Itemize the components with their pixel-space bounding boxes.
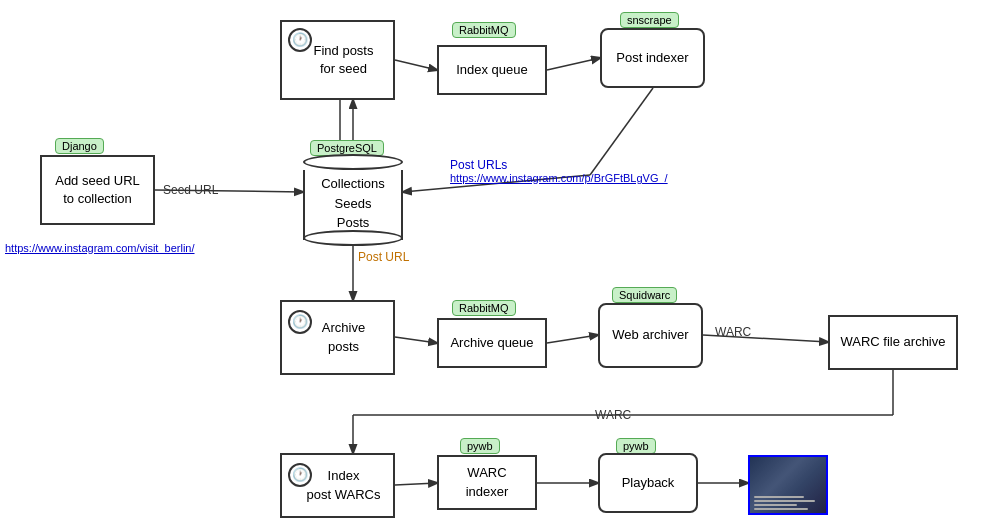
svg-line-8 [395, 337, 437, 343]
warc1-label: WARC [715, 325, 751, 339]
post-indexer-label: Post indexer [616, 49, 688, 67]
warc-indexer-box: WARCindexer [437, 455, 537, 510]
instagram-link-1[interactable]: https://www.instagram.com/visit_berlin/ [5, 242, 195, 254]
thumbnail-content [750, 457, 826, 513]
django-label: Django [55, 138, 104, 154]
web-archiver-box: Web archiver [598, 303, 703, 368]
svg-line-1 [547, 58, 600, 70]
playback-label: Playback [622, 474, 675, 492]
post-indexer-box: Post indexer [600, 28, 705, 88]
playback-box: Playback [598, 453, 698, 513]
post-urls-label: Post URLs [450, 158, 507, 172]
add-seed-box: Add seed URLto collection [40, 155, 155, 225]
index-queue-box: Index queue [437, 45, 547, 95]
pywb1-label: pywb [460, 438, 500, 454]
squidwarc-label: Squidwarc [612, 287, 677, 303]
db-label: CollectionsSeedsPosts [321, 174, 385, 233]
svg-line-9 [547, 335, 598, 343]
thumb-line-4 [754, 508, 808, 510]
instagram-link-2[interactable]: https://www.instagram.com/p/BrGFtBLgVG_/ [450, 172, 668, 184]
index-warc-label: Indexpost WARCs [307, 467, 381, 503]
post-url-label: Post URL [358, 250, 409, 264]
svg-line-14 [395, 483, 437, 485]
archive-posts-label: Archiveposts [322, 319, 365, 355]
warc2-label: WARC [595, 408, 631, 422]
archive-queue-label: Archive queue [450, 334, 533, 352]
thumb-line-2 [754, 500, 815, 502]
svg-line-5 [590, 88, 653, 175]
database-cylinder: CollectionsSeedsPosts [303, 152, 403, 247]
snscrape-label: snscrape [620, 12, 679, 28]
warc-indexer-label: WARCindexer [466, 464, 509, 500]
archive-queue-box: Archive queue [437, 318, 547, 368]
thumb-line-3 [754, 504, 797, 506]
warc-file-label: WARC file archive [841, 333, 946, 351]
rabbitmq1-label: RabbitMQ [452, 22, 516, 38]
archive-posts-box: 🕐 Archiveposts [280, 300, 395, 375]
pywb2-label: pywb [616, 438, 656, 454]
diagram: Django Add seed URLto collection https:/… [0, 0, 1000, 526]
warc-file-box: WARC file archive [828, 315, 958, 370]
svg-line-0 [395, 60, 437, 70]
web-archiver-label: Web archiver [612, 326, 688, 344]
rabbitmq2-label: RabbitMQ [452, 300, 516, 316]
find-posts-box: 🕐 Find postsfor seed [280, 20, 395, 100]
seed-url-label: Seed URL [163, 183, 218, 197]
find-posts-label: Find postsfor seed [314, 42, 374, 78]
index-queue-label: Index queue [456, 61, 528, 79]
index-warc-box: 🕐 Indexpost WARCs [280, 453, 395, 518]
add-seed-label: Add seed URLto collection [55, 172, 140, 208]
thumbnail-box [748, 455, 828, 515]
thumb-line-1 [754, 496, 804, 498]
